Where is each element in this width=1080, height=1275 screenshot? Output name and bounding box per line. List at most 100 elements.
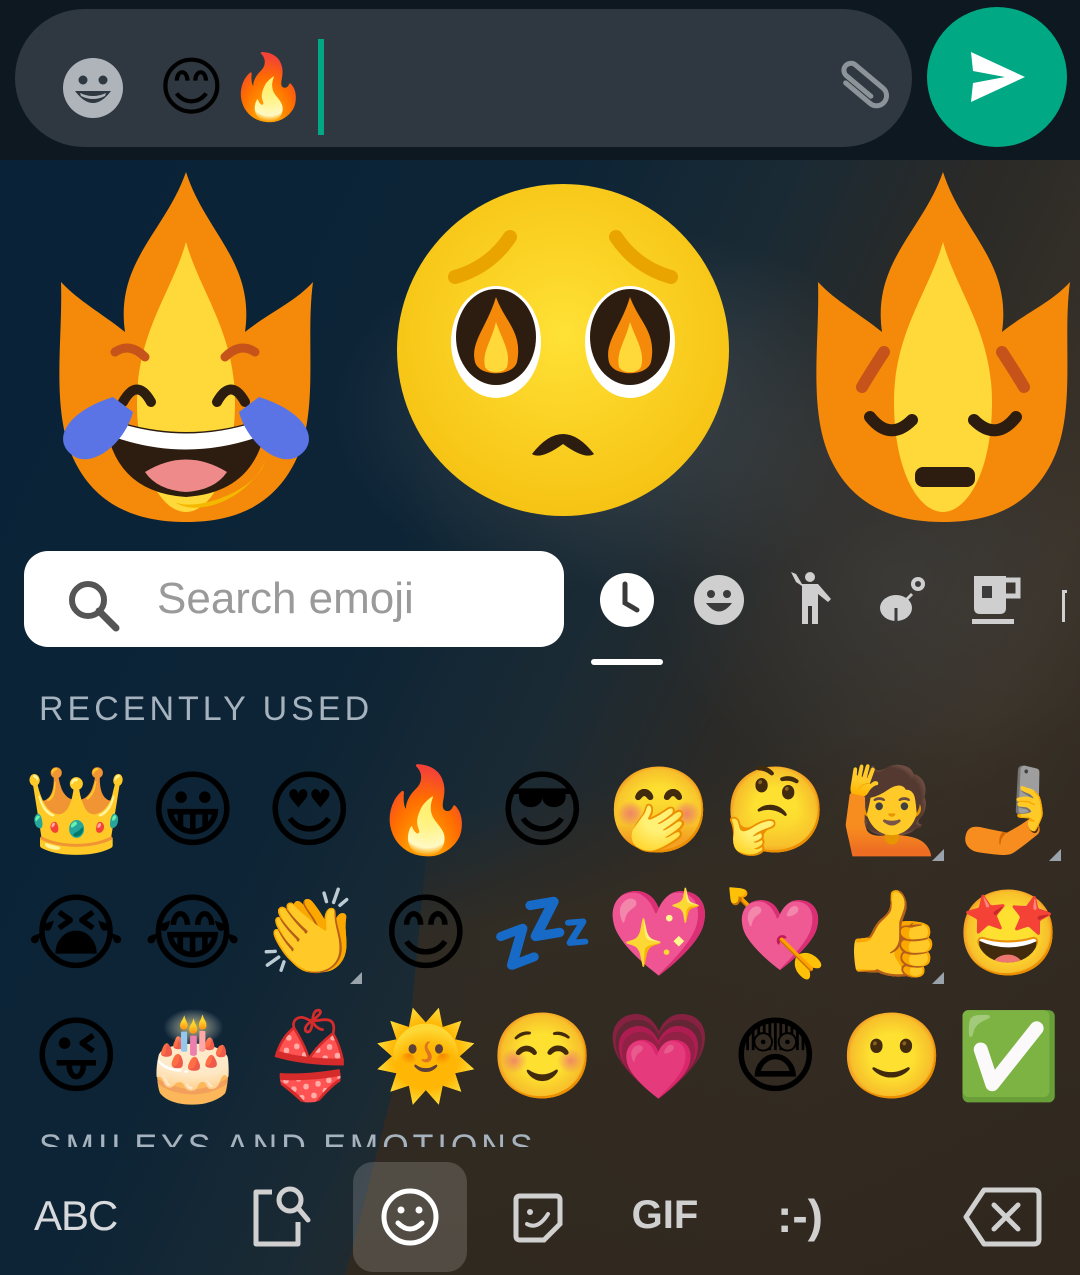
search-emoji-input[interactable] [157, 569, 547, 629]
emoji-cell[interactable]: 🤳 [950, 748, 1067, 871]
skin-tone-variant-indicator [349, 972, 362, 984]
emoji-glyph: 🔥 [373, 760, 479, 859]
emoji-cell[interactable]: 💤 [484, 871, 601, 994]
search-emoji-field[interactable] [24, 551, 564, 647]
emoji-cell[interactable]: 😭 [18, 871, 135, 994]
pleading-fire-eyes-sticker[interactable] [395, 182, 731, 518]
emoji-cell[interactable]: ☺️ [484, 994, 601, 1117]
backspace-icon [963, 1187, 1042, 1247]
fire-tears-of-joy-sticker[interactable] [55, 172, 317, 522]
clock-icon [600, 573, 654, 627]
emoji-cell[interactable]: 😍 [251, 748, 368, 871]
skin-tone-variant-indicator [932, 849, 944, 861]
tab-recent[interactable] [595, 570, 659, 630]
emoji-glyph: 😎 [498, 760, 587, 859]
bee-flower-icon [880, 577, 925, 624]
emoji-glyph: 🤭 [606, 760, 712, 859]
active-tab-indicator [591, 659, 663, 665]
emoji-glyph: 🤩 [955, 883, 1061, 982]
send-button[interactable] [927, 7, 1067, 147]
emoji-glyph: 🙂 [839, 1006, 945, 1105]
emoji-glyph: 💖 [606, 883, 712, 982]
emoji-glyph: 😂 [143, 883, 242, 982]
sticker-search-button[interactable] [248, 1182, 316, 1252]
keyboard-bottom-bar: ABC GIF :-) [0, 1160, 1080, 1275]
emoji-cell[interactable]: 😂 [135, 871, 252, 994]
skin-tone-variant-indicator [1048, 849, 1061, 861]
emoji-glyph: 🌞 [373, 1006, 479, 1105]
emoji-glyph: 🙋 [839, 760, 945, 859]
emoji-cell[interactable]: 🤭 [601, 748, 718, 871]
emoji-glyph: 😜 [32, 1006, 121, 1105]
typed-emoji-fire: 🔥 [228, 51, 309, 123]
emoji-cell[interactable]: 💘 [717, 871, 834, 994]
emoji-cell[interactable]: 🙋 [834, 748, 951, 871]
emoji-glyph: 💗 [606, 1006, 712, 1105]
emoji-cell[interactable]: 👏 [251, 871, 368, 994]
skin-tone-variant-indicator [932, 972, 944, 984]
emoji-glyph: 😭 [27, 883, 126, 982]
emoji-glyph: ☺️ [489, 1006, 595, 1105]
fire-pensive-sticker[interactable] [812, 172, 1074, 522]
text-cursor [318, 39, 324, 135]
emoji-glyph: 👏 [256, 883, 362, 982]
emoji-cell[interactable]: 😎 [484, 748, 601, 871]
emoji-cell[interactable]: 😜 [18, 994, 135, 1117]
emoji-cell[interactable]: 🤔 [717, 748, 834, 871]
sticker-search-icon [253, 1186, 311, 1247]
emoji-glyph: 😨 [731, 1006, 820, 1105]
emoji-glyph: 🎂 [140, 1006, 246, 1105]
section-title-recently-used: RECENTLY USED [39, 690, 374, 728]
emoji-cell[interactable]: 🎂 [135, 994, 252, 1117]
backspace-button[interactable] [960, 1186, 1044, 1248]
emoji-cell[interactable]: 🌞 [368, 994, 485, 1117]
emoji-cell[interactable]: 🤩 [950, 871, 1067, 994]
paperclip-icon[interactable] [827, 57, 899, 117]
tab-more-partial[interactable] [1062, 590, 1067, 622]
emoji-glyph: 💤 [489, 883, 595, 982]
tab-smileys[interactable] [687, 570, 751, 630]
sticker-icon [513, 1193, 563, 1243]
abc-keyboard-button[interactable]: ABC [34, 1192, 118, 1240]
emoji-cell[interactable]: 🔥 [368, 748, 485, 871]
emoji-cell[interactable]: 👙 [251, 994, 368, 1117]
emoji-cell[interactable]: 😊 [368, 871, 485, 994]
emoji-glyph: 👍 [839, 883, 945, 982]
section-title-smileys-text: SMILEYS AND EMOTIONS [39, 1128, 537, 1147]
coffee-cup-icon [972, 576, 1021, 624]
emoji-tab-button[interactable] [353, 1162, 467, 1272]
search-icon [69, 581, 120, 632]
tab-people[interactable] [780, 570, 844, 630]
smiley-icon [694, 575, 744, 625]
emoji-glyph: 😊 [381, 883, 470, 982]
emoji-glyph: 😀 [148, 760, 237, 859]
emoji-cell[interactable]: 🙂 [834, 994, 951, 1117]
emoji-cell[interactable]: 💗 [601, 994, 718, 1117]
message-input-bar[interactable]: 😊 🔥 [15, 9, 912, 147]
recent-emoji-grid: 👑 😀 😍 🔥 😎 🤭 🤔 🙋 🤳 😭 😂 👏 😊 💤 💖 💘 👍 🤩 😜 🎂 👙 🌞 ☺️ 💗 😨 🙂 ✅ [18, 748, 1068, 1117]
tab-food[interactable] [964, 570, 1028, 630]
section-title-smileys-partial: SMILEYS AND EMOTIONS [39, 1127, 537, 1147]
emoji-cell[interactable]: 👑 [18, 748, 135, 871]
typed-emoji-smiling: 😊 [158, 51, 225, 123]
emoji-cell[interactable]: 💖 [601, 871, 718, 994]
emoji-glyph: 🤔 [722, 760, 828, 859]
emoji-tab-icon [381, 1188, 439, 1246]
gif-button[interactable]: GIF [620, 1190, 710, 1240]
stickers-button[interactable] [508, 1188, 568, 1248]
emoji-glyph: 👑 [23, 760, 129, 859]
emoji-cell[interactable]: 👍 [834, 871, 951, 994]
emoji-glyph: 🤳 [955, 760, 1061, 859]
emoji-glyph: 👙 [256, 1006, 362, 1105]
tab-nature[interactable] [872, 570, 936, 630]
emoji-glyph: ✅ [955, 1006, 1061, 1105]
emoji-glyph: 😍 [265, 760, 354, 859]
message-text[interactable]: 😊 🔥 [158, 47, 308, 127]
emoji-cell[interactable]: ✅ [950, 994, 1067, 1117]
send-arrow-icon [971, 52, 1025, 102]
person-waving-icon [791, 572, 831, 624]
emoticon-button[interactable]: :-) [760, 1186, 840, 1246]
emoji-cell[interactable]: 😨 [717, 994, 834, 1117]
emoji-cell[interactable]: 😀 [135, 748, 252, 871]
smiley-face-icon[interactable] [62, 57, 124, 119]
